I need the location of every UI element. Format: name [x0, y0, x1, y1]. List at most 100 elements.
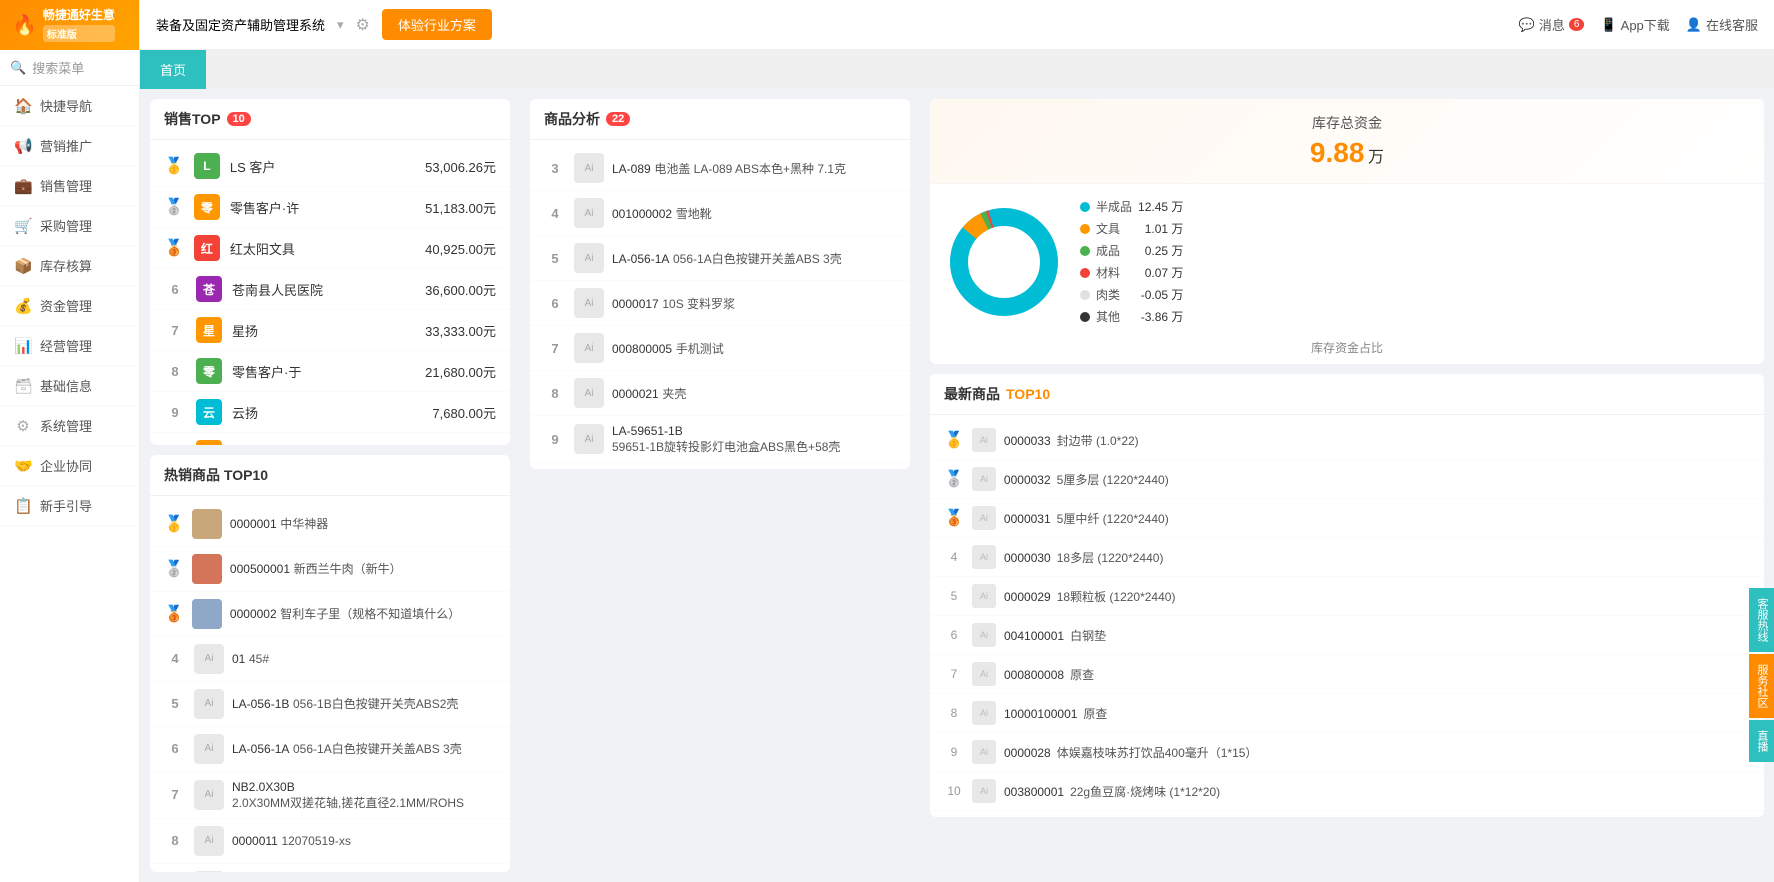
commodity-badge: 22: [606, 112, 630, 126]
new-products-highlight: TOP10: [1006, 386, 1050, 402]
customer-name-3: 红太阳文具: [230, 239, 415, 258]
prod-img-2: [192, 554, 222, 584]
comm-name-7: 手机测试: [676, 342, 724, 356]
system-name: 装备及固定资产辅助管理系统: [156, 15, 325, 34]
new-prod-2: 🥈 Ai 00000325厘多层 (1220*2440): [930, 460, 1764, 499]
new-prod-7: 7 Ai 000800008原查: [930, 655, 1764, 694]
new-img-5: Ai: [972, 584, 996, 608]
comm-name-4: 雪地靴: [676, 207, 712, 221]
sidebar-item-label: 新手引导: [40, 496, 92, 515]
prod-item-6: 6 Ai LA-056-1A 056-1A白色按键开关盖ABS 3壳: [150, 727, 510, 772]
avatar-2: 零: [194, 194, 220, 220]
prod-img-7: Ai: [194, 780, 224, 810]
sidebar-item-label: 资金管理: [40, 296, 92, 315]
sidebar-item-system[interactable]: ⚙ 系统管理: [0, 406, 139, 446]
new-info-3: 00000315厘中纤 (1220*2440): [1004, 510, 1750, 527]
app-icon: 📱: [1600, 17, 1616, 33]
sidebar-item-management[interactable]: 📊 经营管理: [0, 326, 139, 366]
middle-panel: 商品分析 22 3 Ai LA-089 电池盖 LA-089 ABS本色+黑种 …: [520, 89, 920, 882]
prod-info-8: 0000011 12070519-xs: [232, 833, 496, 848]
commodity-item-4: 4 Ai 001000002 雪地靴: [530, 191, 910, 236]
sidebar-search[interactable]: 🔍 搜索菜单: [0, 50, 139, 86]
medal-icon-1: 🥇: [164, 156, 184, 176]
comm-img-8: Ai: [574, 378, 604, 408]
sidebar-item-finance[interactable]: 💰 资金管理: [0, 286, 139, 326]
live-label: 直播: [1756, 730, 1768, 752]
new-img-4: Ai: [972, 545, 996, 569]
hot-products-card: 热销商品 TOP10 🥇 0000001 中华神器 🥈: [150, 455, 510, 872]
settings-icon[interactable]: ⚙: [356, 15, 370, 35]
comm-name-3: 电池盖 LA-089 ABS本色+黑种 7.1克: [654, 162, 846, 176]
system-icon: ⚙: [14, 417, 32, 435]
customer-name-1: LS 客户: [230, 157, 415, 176]
sidebar-item-basic[interactable]: 🗃 基础信息: [0, 366, 139, 406]
prod-name-5: 056-1B白色按键开关壳ABS2壳: [293, 697, 458, 711]
comm-code-5: LA-056-1A: [612, 252, 669, 266]
sidebar-item-sales[interactable]: 💼 销售管理: [0, 166, 139, 206]
inventory-value-display: 9.88 万: [944, 137, 1750, 169]
medal-icon-2: 🥈: [164, 197, 184, 217]
sidebar-item-label: 系统管理: [40, 416, 92, 435]
new-img-6: Ai: [972, 623, 996, 647]
customer-rank-header: 销售TOP 10: [150, 99, 510, 140]
customer-value-8: 7,563.00元: [432, 444, 496, 445]
sidebar-item-marketing[interactable]: 📢 营销推广: [0, 126, 139, 166]
float-btn-community[interactable]: 服务社区: [1749, 654, 1774, 718]
sidebar-item-quick[interactable]: 🏠 快捷导航: [0, 86, 139, 126]
prod-name-2: 新西兰牛肉（新牛）: [294, 562, 402, 576]
comm-img-9: Ai: [574, 424, 604, 454]
prod-info-4: 01 45#: [232, 651, 496, 666]
avatar-8: 尚: [196, 440, 222, 445]
home-icon: 🏠: [14, 97, 32, 115]
float-btn-live[interactable]: 直播: [1749, 720, 1774, 762]
sidebar-item-guide[interactable]: 📋 新手引导: [0, 486, 139, 526]
new-medal-1: 🥇: [944, 430, 964, 450]
new-img-3: Ai: [972, 506, 996, 530]
legend-label-1: 半成品: [1096, 198, 1132, 215]
right-panel: 库存总资金 9.88 万: [920, 89, 1774, 882]
commodity-item-9: 9 Ai LA-59651-1B 59651-1B旋转投影灯电池盒ABS黑色+5…: [530, 416, 910, 463]
comm-code-4: 001000002: [612, 207, 672, 221]
topbar: 装备及固定资产辅助管理系统 ▾ ⚙ 体验行业方案 💬 消息 6 📱 App下载 …: [140, 0, 1774, 50]
prod-rank-7: 7: [164, 787, 186, 802]
sidebar-item-coop[interactable]: 🤝 企业协同: [0, 446, 139, 486]
float-btn-hotline[interactable]: 客服热线: [1749, 588, 1774, 652]
sidebar-item-purchase[interactable]: 🛒 采购管理: [0, 206, 139, 246]
messages-btn[interactable]: 💬 消息 6: [1519, 15, 1585, 34]
sidebar-item-inventory[interactable]: 📦 库存核算: [0, 246, 139, 286]
customer-rank-list: 🥇 L LS 客户 53,006.26元 🥈 零 零售客户·许 51,183.0…: [150, 140, 510, 445]
rank-item-3: 🥉 红 红太阳文具 40,925.00元: [150, 228, 510, 269]
brand: 🔥 畅捷通好生意 标准版: [0, 0, 139, 50]
sidebar-item-label: 营销推广: [40, 136, 92, 155]
avatar-6: 零: [196, 358, 222, 384]
commodity-analysis-card: 商品分析 22 3 Ai LA-089 电池盖 LA-089 ABS本色+黑种 …: [530, 99, 910, 469]
app-download-btn[interactable]: 📱 App下载: [1600, 15, 1669, 34]
prod-rank-5: 5: [164, 696, 186, 711]
trial-button[interactable]: 体验行业方案: [382, 9, 492, 40]
comm-name-5: 056-1A白色按键开关盖ABS 3壳: [673, 252, 842, 266]
new-info-8: 10000100001原查: [1004, 705, 1750, 722]
prod-name-8: 12070519-xs: [281, 834, 350, 848]
brand-badge: 标准版: [43, 25, 115, 42]
customer-name-5: 星扬: [232, 321, 415, 340]
legend-label-5: 肉类: [1096, 286, 1135, 303]
sales-icon: 💼: [14, 177, 32, 195]
online-service-btn[interactable]: 👤 在线客服: [1686, 15, 1758, 34]
comm-img-5: Ai: [574, 243, 604, 273]
customer-name-2: 零售客户·许: [230, 198, 415, 217]
tab-home[interactable]: 首页: [140, 50, 206, 89]
new-info-6: 004100001白钢垫: [1004, 627, 1750, 644]
prod-code-7: NB2.0X30B: [232, 780, 295, 794]
comm-info-7: 000800005 手机测试: [612, 340, 896, 357]
legend-dot-3: [1080, 246, 1090, 256]
inventory-legend: 半成品 12.45 万 文具 1.01 万 成品 0.25 万: [1080, 198, 1183, 325]
prod-info-1: 0000001 中华神器: [230, 515, 496, 532]
sidebar-item-label: 企业协同: [40, 456, 92, 475]
prod-medal-1: 🥇: [164, 514, 184, 534]
customer-name-6: 零售客户·于: [232, 362, 415, 381]
rank-item-7: 9 云 云扬 7,680.00元: [150, 392, 510, 433]
topbar-right: 💬 消息 6 📱 App下载 👤 在线客服: [1519, 15, 1758, 34]
legend-item-2: 文具 1.01 万: [1080, 220, 1183, 237]
inventory-card: 库存总资金 9.88 万: [930, 99, 1764, 364]
hot-products-header: 热销商品 TOP10: [150, 455, 510, 496]
